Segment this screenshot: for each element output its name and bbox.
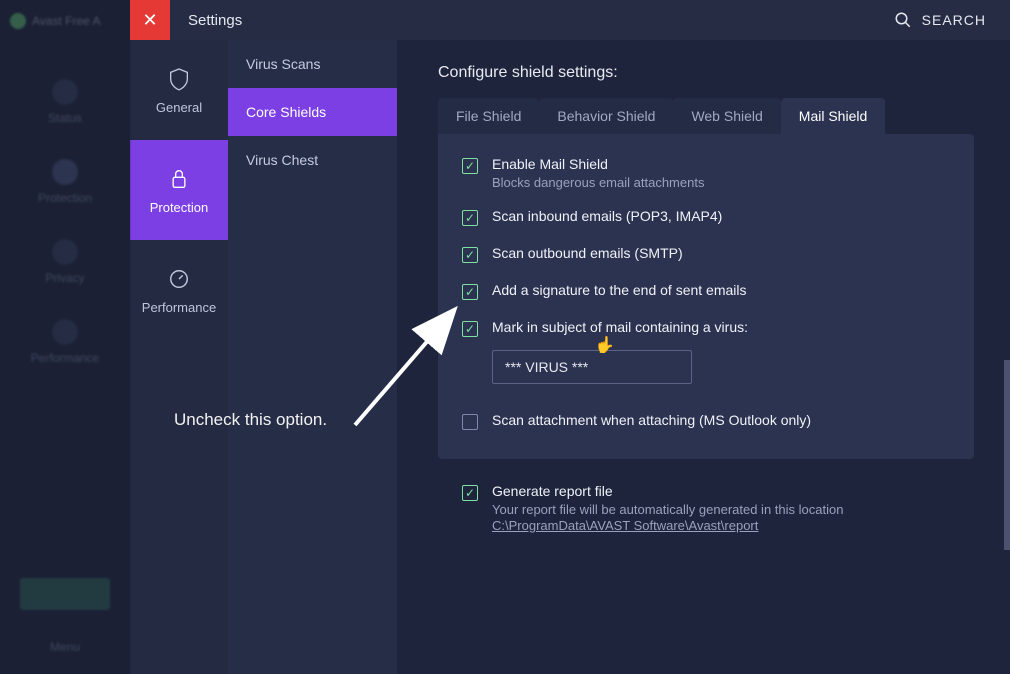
performance-icon [52,319,78,345]
shield-icon [168,66,190,92]
close-button[interactable]: ✕ [130,0,170,40]
search-button[interactable]: SEARCH [894,11,986,29]
main-heading: Configure shield settings: [438,64,974,82]
checkbox-scan-attachment[interactable]: ✓ [462,414,478,430]
option-desc: Your report file will be automatically g… [492,502,843,517]
category-label: General [156,100,202,115]
option-enable-mail-shield: ✓ Enable Mail Shield Blocks dangerous em… [462,156,950,190]
subnav-core-shields[interactable]: Core Shields [228,88,397,136]
rail-item-protection[interactable]: Protection [15,142,115,222]
option-label: Generate report file [492,483,843,499]
option-label: Enable Mail Shield [492,156,704,172]
rail-label: Protection [38,191,92,205]
option-label: Add a signature to the end of sent email… [492,282,747,298]
option-label: Mark in subject of mail containing a vir… [492,319,748,335]
option-desc: Blocks dangerous email attachments [492,175,704,190]
gauge-icon [168,266,190,292]
category-performance[interactable]: Performance [130,240,228,340]
virus-subject-input[interactable] [492,350,692,384]
tab-mail-shield[interactable]: Mail Shield [781,98,885,134]
status-icon [52,79,78,105]
lock-icon [52,159,78,185]
privacy-icon [52,239,78,265]
option-scan-outbound: ✓ Scan outbound emails (SMTP) [462,245,950,264]
brand: Avast Free A [10,10,120,32]
close-icon: ✕ [142,10,157,31]
checkbox-mark-subject[interactable]: ✓ [462,321,478,337]
nav-rail: Avast Free A Status Protection Privacy P… [0,0,130,674]
rail-label: Privacy [45,271,84,285]
app-root: Avast Free A Status Protection Privacy P… [0,0,1010,674]
option-label: Scan outbound emails (SMTP) [492,245,683,261]
option-scan-inbound: ✓ Scan inbound emails (POP3, IMAP4) [462,208,950,227]
option-add-signature: ✓ Add a signature to the end of sent ema… [462,282,950,301]
category-label: Performance [142,300,216,315]
option-generate-report: ✓ Generate report file Your report file … [462,483,974,533]
brand-logo-icon [10,13,26,29]
checkbox-scan-inbound[interactable]: ✓ [462,210,478,226]
report-block: ✓ Generate report file Your report file … [438,483,974,533]
tab-behavior-shield[interactable]: Behavior Shield [539,98,673,134]
subnav-virus-chest[interactable]: Virus Chest [228,136,397,184]
category-label: Protection [150,200,209,215]
option-label: Scan attachment when attaching (MS Outlo… [492,412,811,428]
scrollbar-thumb[interactable] [1004,360,1010,550]
rail-menu[interactable]: Menu [50,640,80,654]
checkbox-enable-mail-shield[interactable]: ✓ [462,158,478,174]
rail-item-privacy[interactable]: Privacy [15,222,115,302]
category-protection[interactable]: Protection [130,140,228,240]
main-panel: Configure shield settings: File Shield B… [398,0,1010,674]
checkbox-scan-outbound[interactable]: ✓ [462,247,478,263]
rail-item-performance[interactable]: Performance [15,302,115,382]
option-scan-attachment: ✓ Scan attachment when attaching (MS Out… [462,412,950,431]
rail-item-status[interactable]: Status [15,62,115,142]
checkbox-generate-report[interactable]: ✓ [462,485,478,501]
mail-shield-panel: ✓ Enable Mail Shield Blocks dangerous em… [438,134,974,459]
lock-icon [168,166,190,192]
subnav-column: Virus Scans Core Shields Virus Chest [228,0,398,674]
brand-text: Avast Free A [32,14,100,28]
topbar: ✕ Settings SEARCH [130,0,1010,40]
option-label: Scan inbound emails (POP3, IMAP4) [492,208,722,224]
checkbox-add-signature[interactable]: ✓ [462,284,478,300]
category-general[interactable]: General [130,40,228,140]
rail-label: Performance [31,351,100,365]
tab-file-shield[interactable]: File Shield [438,98,539,134]
activate-button[interactable] [20,578,110,610]
page-title: Settings [188,12,242,29]
shield-tabs: File Shield Behavior Shield Web Shield M… [438,98,974,134]
rail-label: Status [48,111,82,125]
option-mark-subject: ✓ Mark in subject of mail containing a v… [462,319,950,338]
tab-web-shield[interactable]: Web Shield [673,98,780,134]
search-icon [894,11,912,29]
report-path-link[interactable]: C:\ProgramData\AVAST Software\Avast\repo… [492,518,758,533]
category-column: General Protection Performance [130,0,228,674]
search-label: SEARCH [922,12,986,28]
subnav-virus-scans[interactable]: Virus Scans [228,40,397,88]
